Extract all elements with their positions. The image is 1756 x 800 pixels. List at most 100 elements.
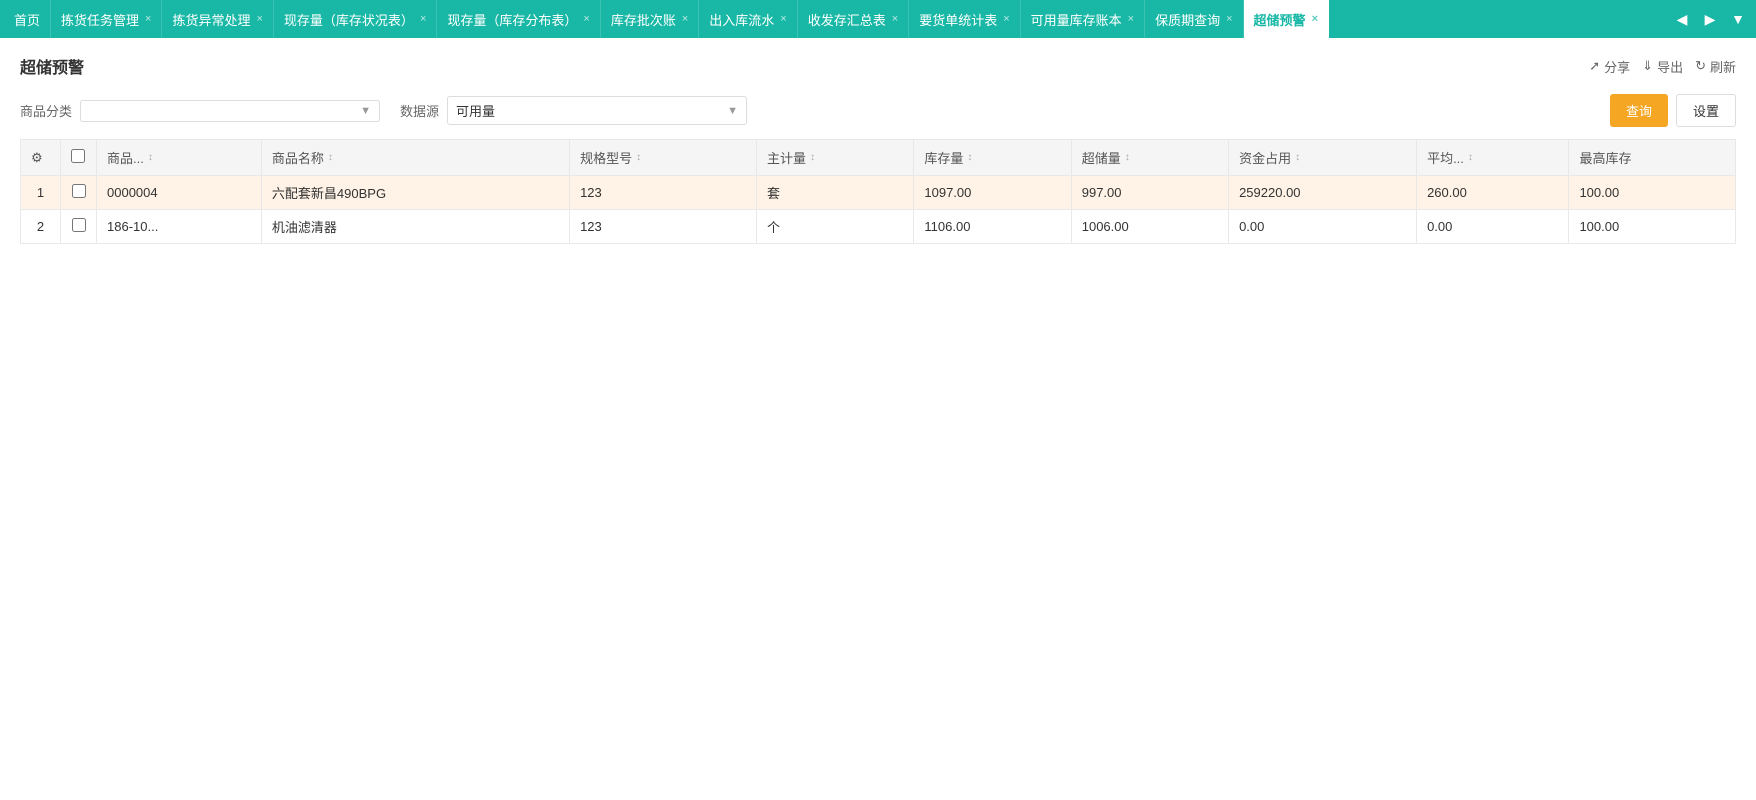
row-number: 2 bbox=[21, 210, 61, 244]
page-content: 超储预警 ➚ 分享 ⇓ 导出 ↻ 刷新 商品分类 ▼ 数据源 bbox=[0, 38, 1756, 800]
nav-more-button[interactable]: ▼ bbox=[1724, 0, 1752, 38]
nav-prev-button[interactable]: ◀ bbox=[1668, 0, 1696, 38]
nav-item-stock-status[interactable]: 现存量（库存状况表） × bbox=[274, 0, 437, 38]
cell-unit: 套 bbox=[757, 176, 914, 210]
nav-item-stock-dist[interactable]: 现存量（库存分布表） × bbox=[437, 0, 600, 38]
page-title: 超储预警 bbox=[20, 54, 84, 78]
nav-item-batch[interactable]: 库存批次账 × bbox=[601, 0, 699, 38]
cell-stock: 1097.00 bbox=[914, 176, 1071, 210]
export-button[interactable]: ⇓ 导出 bbox=[1642, 57, 1683, 76]
close-icon[interactable]: × bbox=[892, 13, 898, 25]
nav-arrows: ◀ ▶ ▼ bbox=[1668, 0, 1752, 38]
close-icon[interactable]: × bbox=[780, 13, 786, 25]
sort-icon: ↕ bbox=[810, 152, 815, 163]
nav-item-overstock[interactable]: 超储预警 × bbox=[1244, 0, 1329, 38]
chevron-down-icon: ▼ bbox=[360, 105, 371, 117]
cell-spec: 123 bbox=[570, 210, 757, 244]
header-actions: ➚ 分享 ⇓ 导出 ↻ 刷新 bbox=[1589, 57, 1736, 76]
close-icon[interactable]: × bbox=[1312, 13, 1318, 25]
refresh-icon: ↻ bbox=[1695, 58, 1706, 74]
cell-avg: 260.00 bbox=[1417, 176, 1569, 210]
nav-item-avail-stock[interactable]: 可用量库存账本 × bbox=[1021, 0, 1145, 38]
th-checkbox bbox=[61, 140, 97, 176]
close-icon[interactable]: × bbox=[256, 13, 262, 25]
table-row: 1 0000004 六配套新昌490BPG 123 套 1097.00 997.… bbox=[21, 176, 1736, 210]
sort-icon: ↕ bbox=[1125, 152, 1130, 163]
nav-item-home[interactable]: 首页 bbox=[4, 0, 51, 38]
sort-icon: ↕ bbox=[967, 152, 972, 163]
export-icon: ⇓ bbox=[1642, 58, 1653, 74]
query-button[interactable]: 查询 bbox=[1610, 94, 1668, 127]
row-checkbox[interactable] bbox=[72, 184, 86, 198]
cell-capital: 0.00 bbox=[1229, 210, 1417, 244]
nav-item-task[interactable]: 拣货任务管理 × bbox=[51, 0, 162, 38]
cell-stock: 1106.00 bbox=[914, 210, 1071, 244]
filter-row: 商品分类 ▼ 数据源 可用量 ▼ 查询 设置 bbox=[20, 94, 1736, 127]
cell-maxstock: 100.00 bbox=[1569, 210, 1736, 244]
cell-capital: 259220.00 bbox=[1229, 176, 1417, 210]
sort-icon: ↕ bbox=[636, 152, 641, 163]
nav-item-summary[interactable]: 收发存汇总表 × bbox=[798, 0, 909, 38]
nav-item-flow[interactable]: 出入库流水 × bbox=[699, 0, 797, 38]
cell-avg: 0.00 bbox=[1417, 210, 1569, 244]
cell-unit: 个 bbox=[757, 210, 914, 244]
action-buttons: 查询 设置 bbox=[1610, 94, 1736, 127]
cell-name: 机油滤清器 bbox=[261, 210, 569, 244]
row-number: 1 bbox=[21, 176, 61, 210]
th-avg[interactable]: 平均... ↕ bbox=[1417, 140, 1569, 176]
row-checkbox-cell bbox=[61, 210, 97, 244]
cell-overstock: 1006.00 bbox=[1071, 210, 1228, 244]
close-icon[interactable]: × bbox=[583, 13, 589, 25]
th-code[interactable]: 商品... ↕ bbox=[97, 140, 262, 176]
nav-item-exception[interactable]: 拣货异常处理 × bbox=[162, 0, 273, 38]
sort-icon: ↕ bbox=[1468, 152, 1473, 163]
th-spec[interactable]: 规格型号 ↕ bbox=[570, 140, 757, 176]
category-filter: 商品分类 ▼ bbox=[20, 100, 380, 122]
row-checkbox-cell bbox=[61, 176, 97, 210]
cell-spec: 123 bbox=[570, 176, 757, 210]
close-icon[interactable]: × bbox=[145, 13, 151, 25]
share-button[interactable]: ➚ 分享 bbox=[1589, 57, 1630, 76]
table-header-row: ⚙ 商品... ↕ 商品名称 ↕ bbox=[21, 140, 1736, 176]
nav-item-order-stat[interactable]: 要货单统计表 × bbox=[909, 0, 1020, 38]
datasource-select-value: 可用量 bbox=[456, 101, 495, 120]
select-all-checkbox[interactable] bbox=[71, 149, 85, 163]
category-label: 商品分类 bbox=[20, 101, 72, 120]
close-icon[interactable]: × bbox=[420, 13, 426, 25]
sort-icon: ↕ bbox=[1295, 152, 1300, 163]
th-settings: ⚙ bbox=[21, 140, 61, 176]
close-icon[interactable]: × bbox=[1226, 13, 1232, 25]
close-icon[interactable]: × bbox=[1128, 13, 1134, 25]
th-unit[interactable]: 主计量 ↕ bbox=[757, 140, 914, 176]
cell-code: 0000004 bbox=[97, 176, 262, 210]
th-overstock[interactable]: 超储量 ↕ bbox=[1071, 140, 1228, 176]
data-table: ⚙ 商品... ↕ 商品名称 ↕ bbox=[20, 139, 1736, 244]
th-stock[interactable]: 库存量 ↕ bbox=[914, 140, 1071, 176]
cell-name: 六配套新昌490BPG bbox=[261, 176, 569, 210]
th-name[interactable]: 商品名称 ↕ bbox=[261, 140, 569, 176]
sort-icon: ↕ bbox=[328, 152, 333, 163]
row-checkbox[interactable] bbox=[72, 218, 86, 232]
close-icon[interactable]: × bbox=[682, 13, 688, 25]
datasource-select[interactable]: 可用量 ▼ bbox=[447, 96, 747, 125]
nav-next-button[interactable]: ▶ bbox=[1696, 0, 1724, 38]
close-icon[interactable]: × bbox=[1003, 13, 1009, 25]
datasource-label: 数据源 bbox=[400, 101, 439, 120]
cell-maxstock: 100.00 bbox=[1569, 176, 1736, 210]
share-icon: ➚ bbox=[1589, 58, 1600, 74]
cell-code: 186-10... bbox=[97, 210, 262, 244]
cell-overstock: 997.00 bbox=[1071, 176, 1228, 210]
top-navigation: 首页 拣货任务管理 × 拣货异常处理 × 现存量（库存状况表） × 现存量（库存… bbox=[0, 0, 1756, 38]
table-row: 2 186-10... 机油滤清器 123 个 1106.00 1006.00 … bbox=[21, 210, 1736, 244]
settings-button[interactable]: 设置 bbox=[1676, 94, 1736, 127]
chevron-down-icon: ▼ bbox=[727, 105, 738, 117]
th-capital[interactable]: 资金占用 ↕ bbox=[1229, 140, 1417, 176]
sort-icon: ↕ bbox=[148, 152, 153, 163]
nav-item-expiry[interactable]: 保质期查询 × bbox=[1145, 0, 1243, 38]
datasource-filter: 数据源 可用量 ▼ bbox=[400, 96, 747, 125]
page-header: 超储预警 ➚ 分享 ⇓ 导出 ↻ 刷新 bbox=[20, 54, 1736, 78]
category-select[interactable]: ▼ bbox=[80, 100, 380, 122]
th-maxstock: 最高库存 bbox=[1569, 140, 1736, 176]
refresh-button[interactable]: ↻ 刷新 bbox=[1695, 57, 1736, 76]
settings-icon[interactable]: ⚙ bbox=[31, 150, 43, 165]
